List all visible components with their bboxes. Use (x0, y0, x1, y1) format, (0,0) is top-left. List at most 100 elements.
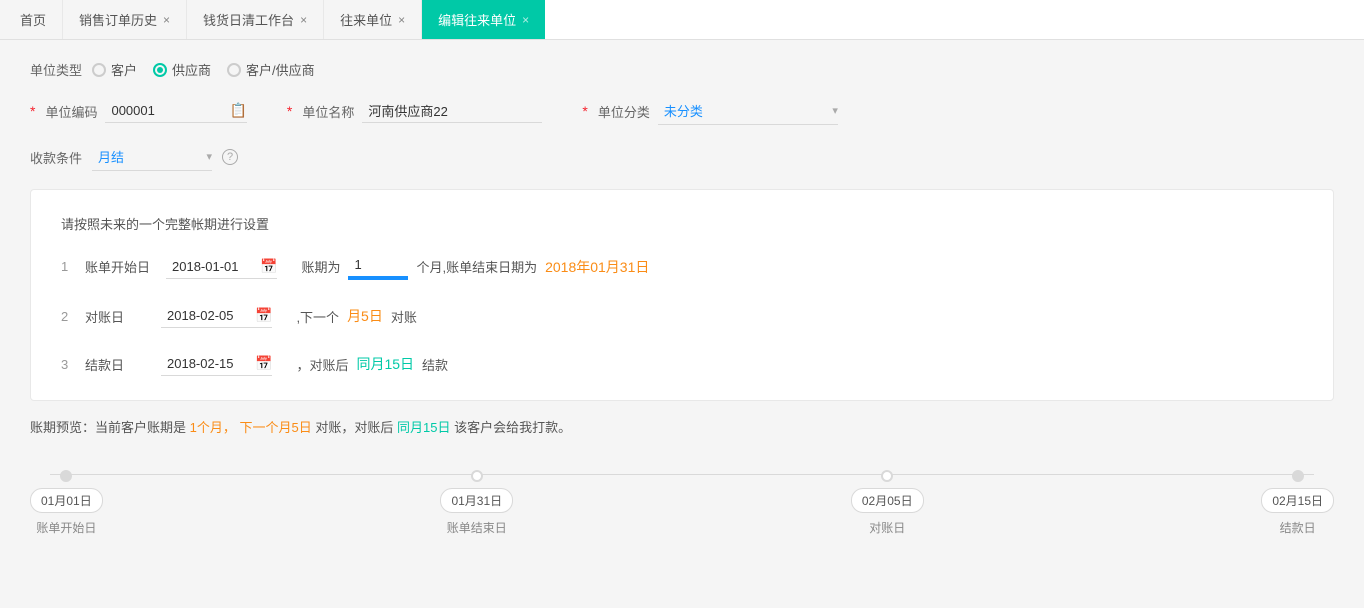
timeline-spacer-1 (103, 470, 441, 536)
row-2-cal-icon[interactable]: 📅 (255, 307, 272, 324)
row-1-date-wrap: 📅 (166, 255, 277, 279)
tab-partner-close-icon[interactable]: × (398, 13, 405, 27)
timeline-spacer-2 (513, 470, 851, 536)
radio-supplier-label: 供应商 (172, 60, 211, 79)
tab-cash-label: 钱货日清工作台 (203, 10, 294, 29)
row-1-end-date: 2018年01月31日 (545, 257, 649, 277)
payment-terms-row: 收款条件 月结 ▾ ? (30, 143, 1334, 171)
tab-partner-label: 往来单位 (340, 10, 392, 29)
unit-code-star: * (30, 103, 35, 119)
row-2-date-wrap: 📅 (161, 304, 272, 328)
payment-terms-arrow-icon: ▾ (206, 150, 212, 163)
row-3-suffix: 结款 (422, 355, 448, 374)
row-3-cal-icon[interactable]: 📅 (255, 355, 272, 372)
tab-cash-workbench[interactable]: 钱货日清工作台 × (187, 0, 324, 39)
timeline-circle-4 (1292, 470, 1304, 482)
unit-class-label: 单位分类 (598, 102, 650, 121)
timeline-date-2: 01月31日 (440, 488, 513, 513)
unit-name-input[interactable] (362, 99, 542, 123)
unit-name-label: 单位名称 (302, 102, 354, 121)
radio-supplier[interactable]: 供应商 (153, 60, 211, 79)
preview-label: 账期预览：当前客户账期是 (30, 420, 186, 435)
row-3-date-input[interactable] (161, 352, 251, 375)
row-3-date-wrap: 📅 (161, 352, 272, 376)
tab-bar: 首页 销售订单历史 × 钱货日清工作台 × 往来单位 × 编辑往来单位 × (0, 0, 1364, 40)
radio-both-label: 客户/供应商 (246, 60, 315, 79)
unit-class-group: * 单位分类 未分类 ▾ (582, 97, 837, 125)
row-1-suffix: 个月,账单结束日期为 (416, 257, 537, 276)
row-3-label: 结款日 (85, 355, 145, 374)
tab-sales-label: 销售订单历史 (79, 10, 157, 29)
tab-edit-label: 编辑往来单位 (438, 10, 516, 29)
unit-type-label: 单位类型 (30, 60, 82, 79)
tab-partner-unit[interactable]: 往来单位 × (324, 0, 422, 39)
tab-home-label: 首页 (20, 10, 46, 29)
unit-class-value: 未分类 (658, 97, 828, 124)
timeline-circle-1 (60, 470, 72, 482)
settings-card: 请按照未来的一个完整帐期进行设置 1 账单开始日 📅 账期为 个月,账单结束日期… (30, 189, 1334, 401)
row-2-highlight: 月5日 (347, 306, 383, 326)
radio-group: 客户 供应商 客户/供应商 (92, 60, 315, 79)
settings-title: 请按照未来的一个完整帐期进行设置 (61, 214, 1303, 233)
payment-terms-dropdown[interactable]: 月结 ▾ (92, 143, 212, 171)
main-content: 单位类型 客户 供应商 客户/供应商 * 单位编码 📋 (0, 40, 1364, 608)
timeline-node-1: 01月01日 账单开始日 (30, 470, 103, 536)
row-2-date-input[interactable] (161, 304, 251, 327)
settings-row-1: 1 账单开始日 📅 账期为 个月,账单结束日期为 2018年01月31日 (61, 253, 1303, 280)
row-1-number: 1 (61, 259, 85, 274)
unit-name-star: * (287, 103, 292, 119)
timeline-date-1: 01月01日 (30, 488, 103, 513)
row-1-cal-icon[interactable]: 📅 (260, 258, 277, 275)
settings-row-2: 2 对账日 📅 ,下一个 月5日 对账 (61, 304, 1303, 328)
preview-middle: 对账，对账后 (315, 420, 393, 435)
timeline-label-3: 对账日 (869, 519, 905, 536)
unit-name-group: * 单位名称 (287, 99, 542, 123)
timeline-date-3: 02月05日 (851, 488, 924, 513)
settings-row-3: 3 结款日 📅 ，对账后 同月15日 结款 (61, 352, 1303, 376)
row-2-number: 2 (61, 309, 85, 324)
preview-suffix: 该客户会给我打款。 (454, 420, 571, 435)
timeline-date-4: 02月15日 (1261, 488, 1334, 513)
preview-part2: 下一个月5日 (240, 420, 312, 435)
timeline-node-3: 02月05日 对账日 (851, 470, 924, 536)
radio-customer-circle (92, 63, 106, 77)
timeline-label-1: 账单开始日 (36, 519, 96, 536)
preview-section: 账期预览：当前客户账期是 1个月， 下一个月5日 对账，对账后 同月15日 该客… (30, 417, 1334, 436)
row-1-month-input[interactable] (348, 253, 408, 278)
unit-code-group: * 单位编码 📋 (30, 99, 247, 123)
tab-edit-close-icon[interactable]: × (522, 13, 529, 27)
radio-supplier-circle (153, 63, 167, 77)
unit-type-row: 单位类型 客户 供应商 客户/供应商 (30, 60, 1334, 79)
unit-class-arrow-icon: ▾ (832, 104, 838, 117)
radio-both-circle (227, 63, 241, 77)
timeline: 01月01日 账单开始日 01月31日 账单结束日 02月05日 对账日 (30, 460, 1334, 536)
tab-home[interactable]: 首页 (0, 0, 63, 39)
tab-sales-close-icon[interactable]: × (163, 13, 170, 27)
payment-terms-value: 月结 (92, 143, 202, 170)
radio-customer[interactable]: 客户 (92, 60, 137, 79)
unit-code-input-wrap: 📋 (105, 99, 246, 123)
row-3-prefix: ，对账后 (296, 355, 348, 374)
row-2-label: 对账日 (85, 307, 145, 326)
tab-cash-close-icon[interactable]: × (300, 13, 307, 27)
unit-code-input[interactable] (105, 99, 225, 122)
timeline-label-2: 账单结束日 (447, 519, 507, 536)
tab-edit-partner[interactable]: 编辑往来单位 × (422, 0, 545, 39)
row-2-prefix: ,下一个 (296, 307, 339, 326)
timeline-circle-2 (471, 470, 483, 482)
preview-part1: 1个月， (190, 420, 236, 435)
row-2-suffix: 对账 (391, 307, 417, 326)
tab-sales-history[interactable]: 销售订单历史 × (63, 0, 187, 39)
payment-terms-help-icon[interactable]: ? (222, 149, 238, 165)
timeline-items: 01月01日 账单开始日 01月31日 账单结束日 02月05日 对账日 (30, 470, 1334, 536)
radio-both[interactable]: 客户/供应商 (227, 60, 315, 79)
timeline-label-4: 结款日 (1280, 519, 1316, 536)
radio-customer-label: 客户 (111, 60, 137, 79)
row-3-number: 3 (61, 357, 85, 372)
timeline-spacer-3 (924, 470, 1262, 536)
row-1-prefix: 账期为 (301, 257, 340, 276)
row-1-date-input[interactable] (166, 255, 256, 278)
unit-class-dropdown[interactable]: 未分类 ▾ (658, 97, 838, 125)
timeline-node-2: 01月31日 账单结束日 (440, 470, 513, 536)
unit-code-icon[interactable]: 📋 (229, 102, 246, 119)
